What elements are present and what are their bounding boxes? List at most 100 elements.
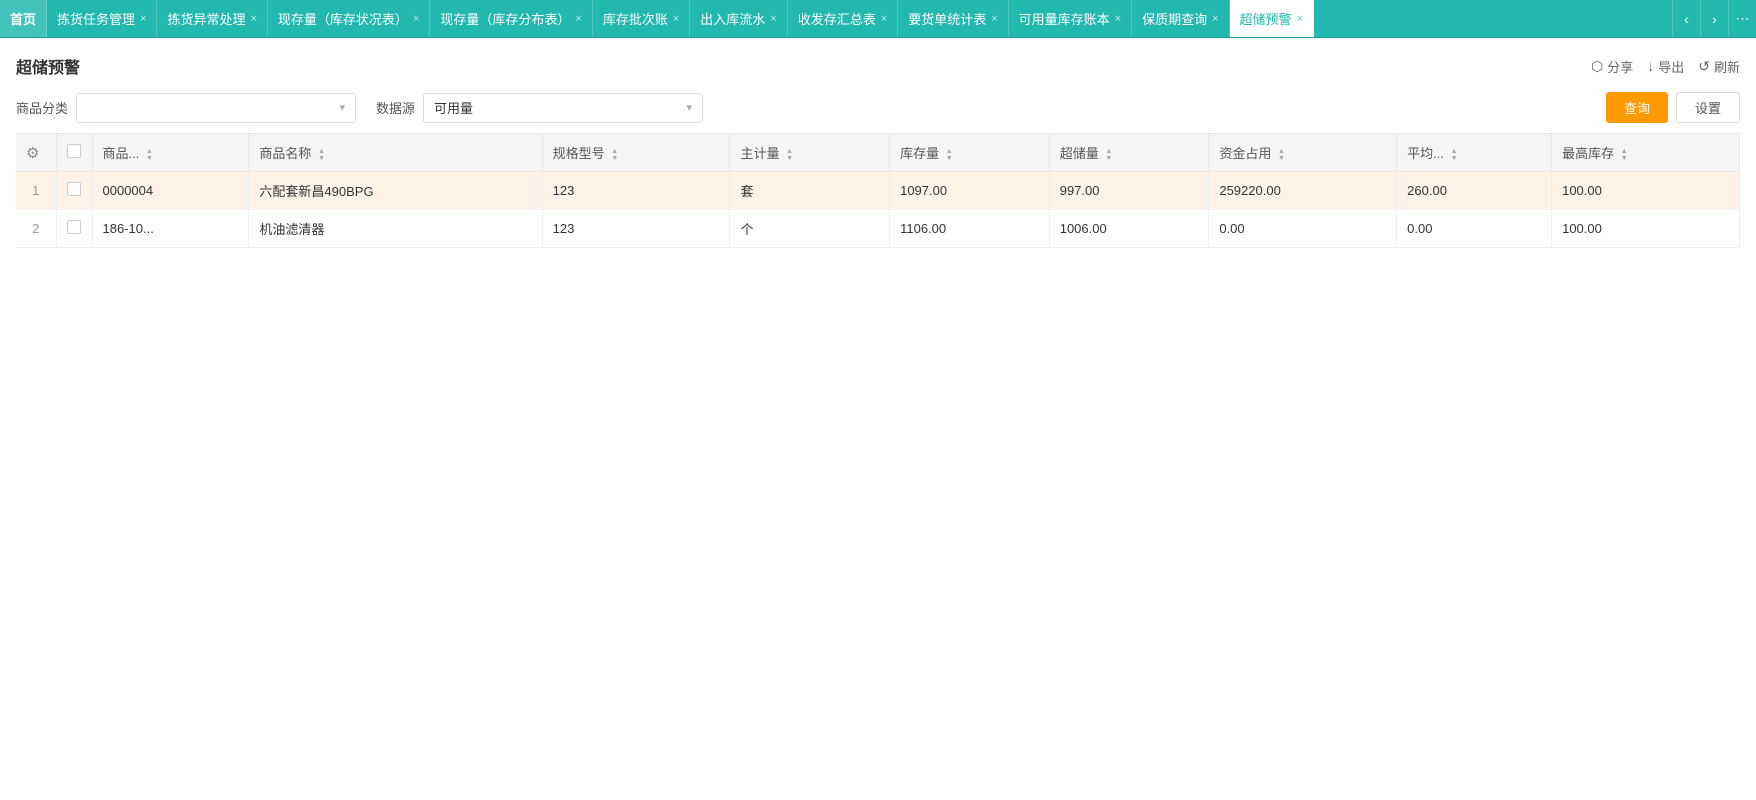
th-avg[interactable]: 平均... ▲▼ xyxy=(1397,134,1552,172)
close-icon[interactable]: × xyxy=(991,13,997,25)
datasource-dropdown-icon: ▾ xyxy=(687,101,693,114)
close-icon[interactable]: × xyxy=(575,13,581,25)
export-button[interactable]: ↓ 导出 xyxy=(1647,57,1684,76)
title-actions: ⬡ 分享 ↓ 导出 ↺ 刷新 xyxy=(1591,57,1740,76)
filter-actions: 查询 设置 xyxy=(1606,92,1740,123)
cell-goods-name: 机油滤清器 xyxy=(249,210,542,248)
close-icon[interactable]: × xyxy=(250,13,256,25)
close-icon[interactable]: × xyxy=(140,13,146,25)
header-checkbox[interactable] xyxy=(67,144,81,158)
share-icon: ⬡ xyxy=(1591,58,1603,75)
gear-icon[interactable]: ⚙ xyxy=(26,145,39,162)
row-checkbox[interactable] xyxy=(67,220,81,234)
close-icon[interactable]: × xyxy=(673,13,679,25)
datasource-filter: 数据源 可用量 ▾ xyxy=(376,93,703,123)
cell-max-stock: 100.00 xyxy=(1552,172,1740,210)
row-checkbox-cell xyxy=(56,172,92,210)
cell-avg: 260.00 xyxy=(1397,172,1552,210)
nav-left-arrow[interactable]: ‹ xyxy=(1672,0,1700,38)
cell-unit: 套 xyxy=(730,172,890,210)
th-goods-code[interactable]: 商品... ▲▼ xyxy=(92,134,249,172)
th-spec[interactable]: 规格型号 ▲▼ xyxy=(542,134,730,172)
nav-arrows: ‹ › ⋯ xyxy=(1672,0,1756,38)
nav-right-arrow[interactable]: › xyxy=(1700,0,1728,38)
cell-overstock: 997.00 xyxy=(1049,172,1209,210)
nav-available-stock[interactable]: 可用量库存账本 × xyxy=(1009,0,1132,38)
cell-goods-name: 六配套新昌490BPG xyxy=(249,172,542,210)
row-checkbox-cell xyxy=(56,210,92,248)
th-stock[interactable]: 库存量 ▲▼ xyxy=(890,134,1050,172)
nav-summary[interactable]: 收发存汇总表 × xyxy=(788,0,898,38)
page-content: 超储预警 ⬡ 分享 ↓ 导出 ↺ 刷新 商品分类 ▾ 数据源 xyxy=(0,38,1756,264)
sort-icon: ▲▼ xyxy=(1451,148,1458,162)
cell-spec: 123 xyxy=(542,172,730,210)
category-dropdown-icon: ▾ xyxy=(339,101,345,114)
cell-capital: 259220.00 xyxy=(1209,172,1397,210)
datasource-select[interactable]: 可用量 ▾ xyxy=(423,93,703,123)
th-overstock[interactable]: 超储量 ▲▼ xyxy=(1049,134,1209,172)
nav-pick-task[interactable]: 拣货任务管理 × xyxy=(47,0,157,38)
nav-stock-status[interactable]: 现存量（库存状况表） × xyxy=(268,0,430,38)
sort-icon: ▲▼ xyxy=(1105,148,1112,162)
query-button[interactable]: 查询 xyxy=(1606,92,1668,123)
row-checkbox[interactable] xyxy=(67,182,81,196)
datasource-label: 数据源 xyxy=(376,98,415,117)
cell-max-stock: 100.00 xyxy=(1552,210,1740,248)
cell-stock: 1106.00 xyxy=(890,210,1050,248)
close-icon[interactable]: × xyxy=(770,13,776,25)
table-header-row: ⚙ 商品... ▲▼ 商品名称 ▲▼ 规格型号 ▲▼ 主计 xyxy=(16,134,1740,172)
page-title-bar: 超储预警 ⬡ 分享 ↓ 导出 ↺ 刷新 xyxy=(16,54,1740,78)
nav-batch-account[interactable]: 库存批次账 × xyxy=(593,0,690,38)
cell-avg: 0.00 xyxy=(1397,210,1552,248)
sort-icon: ▲▼ xyxy=(611,148,618,162)
nav-expiry[interactable]: 保质期查询 × xyxy=(1132,0,1229,38)
table-row: 2 186-10... 机油滤清器 123 个 1106.00 1006.00 … xyxy=(16,210,1740,248)
sort-icon: ▲▼ xyxy=(786,148,793,162)
data-table: ⚙ 商品... ▲▼ 商品名称 ▲▼ 规格型号 ▲▼ 主计 xyxy=(16,133,1740,248)
share-button[interactable]: ⬡ 分享 xyxy=(1591,57,1633,76)
row-num: 2 xyxy=(16,210,56,248)
nav-inout-flow[interactable]: 出入库流水 × xyxy=(690,0,787,38)
sort-icon: ▲▼ xyxy=(1621,148,1628,162)
close-icon[interactable]: × xyxy=(1297,13,1303,25)
cell-goods-code: 0000004 xyxy=(92,172,249,210)
th-checkbox xyxy=(56,134,92,172)
sort-icon: ▲▼ xyxy=(1278,148,1285,162)
nav-stock-dist[interactable]: 现存量（库存分布表） × xyxy=(430,0,592,38)
close-icon[interactable]: × xyxy=(881,13,887,25)
close-icon[interactable]: × xyxy=(413,13,419,25)
nav-order-stat[interactable]: 要货单统计表 × xyxy=(898,0,1008,38)
filter-row: 商品分类 ▾ 数据源 可用量 ▾ 查询 设置 xyxy=(16,92,1740,123)
cell-unit: 个 xyxy=(730,210,890,248)
sort-icon: ▲▼ xyxy=(318,148,325,162)
close-icon[interactable]: × xyxy=(1115,13,1121,25)
category-label: 商品分类 xyxy=(16,98,68,117)
category-filter: 商品分类 ▾ xyxy=(16,93,356,123)
nav-home[interactable]: 首页 xyxy=(0,0,47,38)
cell-spec: 123 xyxy=(542,210,730,248)
category-select[interactable]: ▾ xyxy=(76,93,356,123)
sort-icon: ▲▼ xyxy=(946,148,953,162)
cell-stock: 1097.00 xyxy=(890,172,1050,210)
th-gear: ⚙ xyxy=(16,134,56,172)
nav-more-arrow[interactable]: ⋯ xyxy=(1728,0,1756,38)
setting-button[interactable]: 设置 xyxy=(1676,92,1740,123)
sort-icon: ▲▼ xyxy=(146,148,153,162)
nav-overstock[interactable]: 超储预警 × xyxy=(1230,0,1314,38)
th-capital[interactable]: 资金占用 ▲▼ xyxy=(1209,134,1397,172)
th-unit[interactable]: 主计量 ▲▼ xyxy=(730,134,890,172)
top-nav: 首页 拣货任务管理 × 拣货异常处理 × 现存量（库存状况表） × 现存量（库存… xyxy=(0,0,1756,38)
table-row: 1 0000004 六配套新昌490BPG 123 套 1097.00 997.… xyxy=(16,172,1740,210)
page-title: 超储预警 xyxy=(16,54,80,78)
th-max-stock[interactable]: 最高库存 ▲▼ xyxy=(1552,134,1740,172)
cell-overstock: 1006.00 xyxy=(1049,210,1209,248)
cell-goods-code: 186-10... xyxy=(92,210,249,248)
cell-capital: 0.00 xyxy=(1209,210,1397,248)
refresh-button[interactable]: ↺ 刷新 xyxy=(1698,57,1740,76)
row-num: 1 xyxy=(16,172,56,210)
close-icon[interactable]: × xyxy=(1212,13,1218,25)
nav-pick-exception[interactable]: 拣货异常处理 × xyxy=(157,0,267,38)
refresh-icon: ↺ xyxy=(1698,58,1710,75)
export-icon: ↓ xyxy=(1647,58,1654,74)
th-goods-name[interactable]: 商品名称 ▲▼ xyxy=(249,134,542,172)
